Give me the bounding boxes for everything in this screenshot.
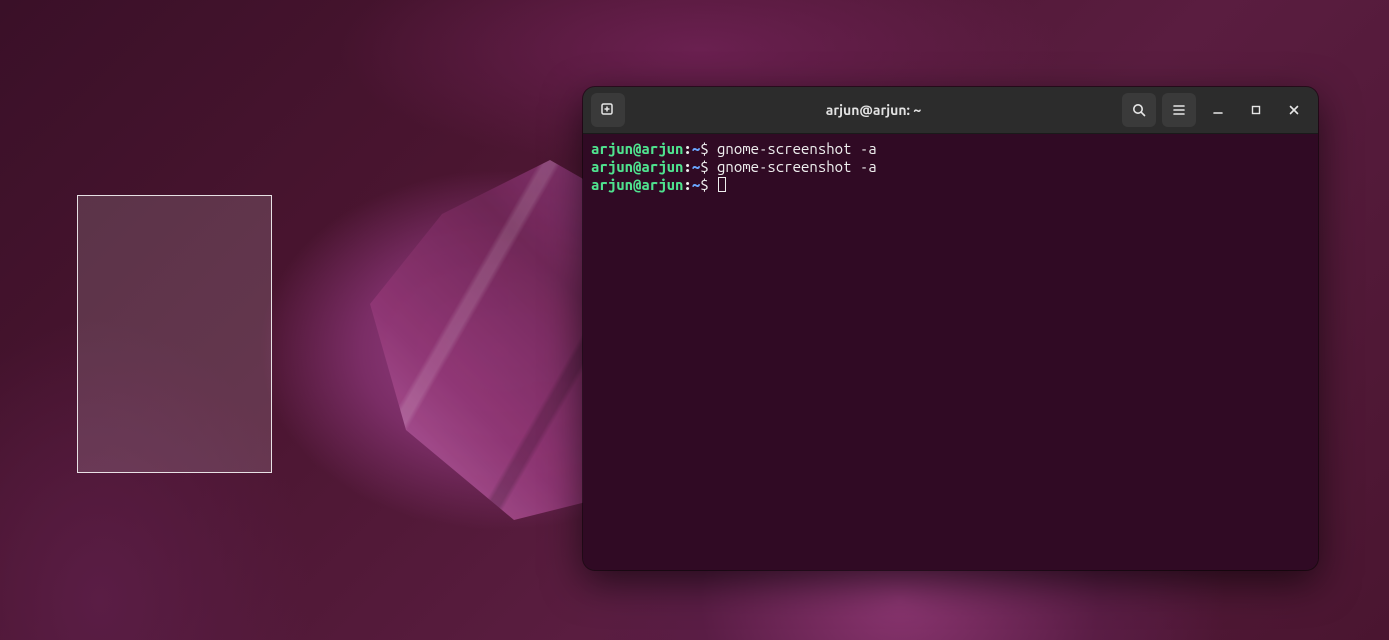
maximize-icon [1250,104,1262,116]
prompt-colon: : [683,140,691,157]
prompt-colon: : [683,158,691,175]
window-title: arjun@arjun: ~ [631,102,1116,118]
new-tab-button[interactable] [591,93,625,127]
terminal-titlebar[interactable]: arjun@arjun: ~ [583,87,1318,134]
command-text: gnome-screenshot -a [717,140,877,157]
prompt-dollar: $ [700,158,717,175]
prompt-path: ~ [692,158,700,175]
minimize-icon [1212,104,1224,116]
hamburger-menu-button[interactable] [1162,93,1196,127]
search-icon [1131,102,1147,118]
prompt-user: arjun@arjun [591,176,683,193]
prompt-path: ~ [692,140,700,157]
close-button[interactable] [1278,96,1310,124]
terminal-cursor [718,177,726,192]
new-tab-icon [600,102,616,118]
prompt-dollar: $ [700,140,717,157]
terminal-line: arjun@arjun:~$ gnome-screenshot -a [591,158,1310,176]
maximize-button[interactable] [1240,96,1272,124]
minimize-button[interactable] [1202,96,1234,124]
terminal-line: arjun@arjun:~$ [591,176,1310,194]
terminal-window: arjun@arjun: ~ [583,87,1318,570]
prompt-user: arjun@arjun [591,140,683,157]
search-button[interactable] [1122,93,1156,127]
command-text: gnome-screenshot -a [717,158,877,175]
prompt-dollar: $ [700,176,717,193]
prompt-user: arjun@arjun [591,158,683,175]
prompt-path: ~ [692,176,700,193]
terminal-line: arjun@arjun:~$ gnome-screenshot -a [591,140,1310,158]
terminal-output[interactable]: arjun@arjun:~$ gnome-screenshot -aarjun@… [583,134,1318,570]
prompt-colon: : [683,176,691,193]
hamburger-icon [1171,102,1187,118]
screenshot-area-selection[interactable] [77,195,272,473]
close-icon [1288,104,1300,116]
